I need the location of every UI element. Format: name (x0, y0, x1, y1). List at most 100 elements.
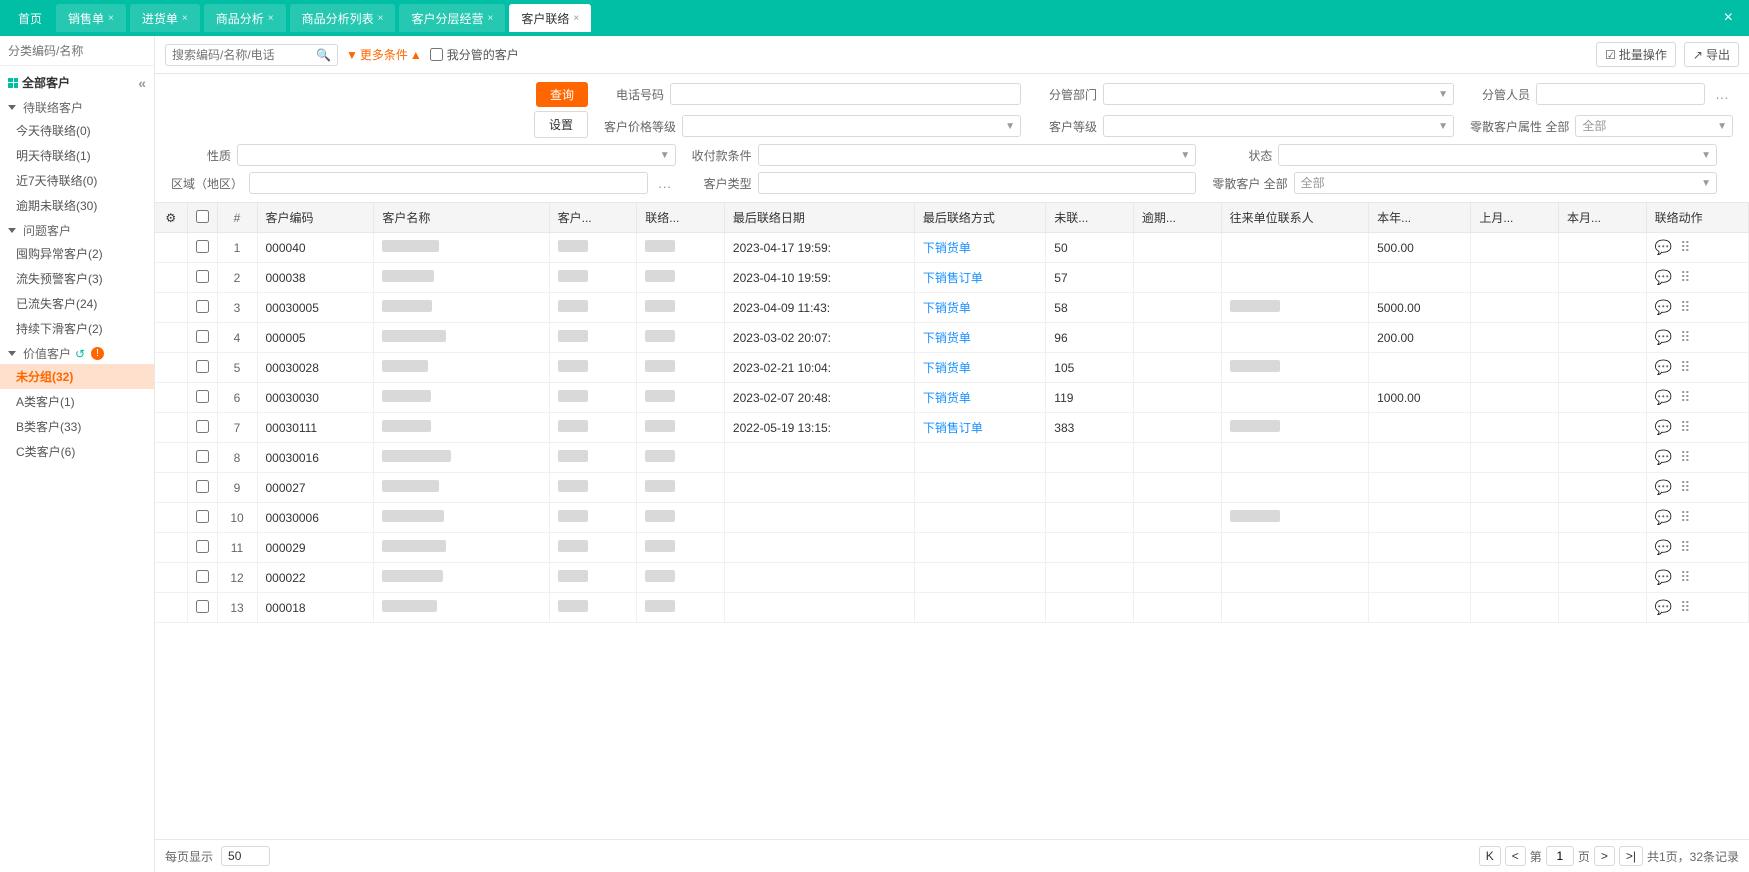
row-check[interactable] (187, 533, 217, 563)
sidebar-item-class-c[interactable]: C类客户(6) (0, 439, 154, 464)
th-gear[interactable]: ⚙ (155, 203, 187, 233)
sidebar-item-tomorrow-pending[interactable]: 明天待联络(1) (0, 143, 154, 168)
my-customers-checkbox[interactable] (430, 48, 443, 61)
sidebar-item-unclassified[interactable]: 未分组(32) (0, 364, 154, 389)
close-product-analysis-tab[interactable]: × (268, 13, 274, 24)
row-checkbox[interactable] (196, 390, 209, 403)
qr-icon[interactable]: ⠿ (1680, 509, 1690, 526)
refresh-icon[interactable]: ↺ (75, 347, 85, 361)
dept-select[interactable] (1103, 83, 1454, 105)
row-last-contact-way[interactable] (914, 533, 1045, 563)
row-last-contact-way[interactable] (914, 473, 1045, 503)
row-last-contact-way[interactable] (914, 503, 1045, 533)
th-last-contact-date[interactable]: 最后联络日期 (724, 203, 914, 233)
message-icon[interactable]: 💬 (1655, 419, 1672, 436)
message-icon[interactable]: 💬 (1655, 449, 1672, 466)
row-last-contact-way[interactable]: 下销货单 (914, 323, 1045, 353)
row-checkbox[interactable] (196, 570, 209, 583)
close-product-analysis-list-tab[interactable]: × (378, 13, 384, 24)
th-last-month[interactable]: 上月... (1471, 203, 1559, 233)
message-icon[interactable]: 💬 (1655, 539, 1672, 556)
th-unit-contact[interactable]: 往来单位联系人 (1221, 203, 1369, 233)
row-last-contact-way[interactable]: 下销货单 (914, 383, 1045, 413)
row-last-contact-way[interactable]: 下销货单 (914, 293, 1045, 323)
message-icon[interactable]: 💬 (1655, 569, 1672, 586)
row-checkbox[interactable] (196, 330, 209, 343)
th-last-contact-way[interactable]: 最后联络方式 (914, 203, 1045, 233)
sidebar-item-week-pending[interactable]: 近7天待联络(0) (0, 168, 154, 193)
th-customer-code[interactable]: 客户编码 (257, 203, 374, 233)
contact-way-link[interactable]: 下销货单 (923, 391, 971, 405)
region-dots-button[interactable]: … (654, 175, 676, 191)
qr-icon[interactable]: ⠿ (1680, 359, 1690, 376)
qr-icon[interactable]: ⠿ (1680, 389, 1690, 406)
manager-input[interactable] (1536, 83, 1705, 105)
payment-select[interactable] (758, 144, 1197, 166)
sidebar-collapse-icon[interactable]: « (138, 75, 146, 91)
row-check[interactable] (187, 293, 217, 323)
message-icon[interactable]: 💬 (1655, 509, 1672, 526)
close-customer-contact-tab[interactable]: × (573, 13, 579, 24)
status-select[interactable] (1278, 144, 1717, 166)
phone-input[interactable] (670, 83, 1021, 105)
message-icon[interactable]: 💬 (1655, 479, 1672, 496)
row-check[interactable] (187, 263, 217, 293)
tab-product-analysis-list[interactable]: 商品分析列表 × (290, 4, 396, 32)
row-check[interactable] (187, 233, 217, 263)
contact-way-link[interactable]: 下销货单 (923, 361, 971, 375)
nature-select[interactable] (237, 144, 676, 166)
sidebar-group-problem[interactable]: 问题客户 (0, 218, 154, 241)
next-page-button[interactable]: > (1594, 846, 1615, 866)
row-checkbox[interactable] (196, 480, 209, 493)
row-check[interactable] (187, 443, 217, 473)
qr-icon[interactable]: ⠿ (1680, 479, 1690, 496)
contact-way-link[interactable]: 下销售订单 (923, 271, 983, 285)
sidebar-group-value[interactable]: 价值客户 ↺ ! (0, 341, 154, 364)
page-size-select[interactable]: 20 50 100 (221, 846, 270, 866)
contact-way-link[interactable]: 下销货单 (923, 301, 971, 315)
reset-button[interactable]: 设置 (534, 111, 588, 138)
sidebar-item-class-a[interactable]: A类客户(1) (0, 389, 154, 414)
qr-icon[interactable]: ⠿ (1680, 419, 1690, 436)
batch-operation-button[interactable]: ☑ 批量操作 (1596, 42, 1676, 67)
manager-dots-button[interactable]: … (1711, 86, 1733, 102)
close-purchase-order-tab[interactable]: × (182, 13, 188, 24)
row-checkbox[interactable] (196, 600, 209, 613)
th-customer-name[interactable]: 客户名称 (374, 203, 549, 233)
home-tab[interactable]: 首页 (8, 4, 52, 32)
message-icon[interactable]: 💬 (1655, 269, 1672, 286)
row-checkbox[interactable] (196, 540, 209, 553)
row-checkbox[interactable] (196, 300, 209, 313)
contact-way-link[interactable]: 下销售订单 (923, 421, 983, 435)
sidebar-group-pending[interactable]: 待联络客户 (0, 95, 154, 118)
customer-level-select[interactable] (1103, 115, 1454, 137)
prev-page-button[interactable]: < (1505, 846, 1526, 866)
row-checkbox[interactable] (196, 420, 209, 433)
more-conditions-button[interactable]: ▼ 更多条件 ▲ (346, 46, 422, 63)
message-icon[interactable]: 💬 (1655, 239, 1672, 256)
th-this-year[interactable]: 本年... (1369, 203, 1471, 233)
row-check[interactable] (187, 383, 217, 413)
contact-way-link[interactable]: 下销货单 (923, 331, 971, 345)
sidebar-item-churned[interactable]: 已流失客户(24) (0, 291, 154, 316)
message-icon[interactable]: 💬 (1655, 599, 1672, 616)
qr-icon[interactable]: ⠿ (1680, 599, 1690, 616)
export-button[interactable]: ↗ 导出 (1684, 42, 1739, 67)
row-check[interactable] (187, 503, 217, 533)
row-check[interactable] (187, 413, 217, 443)
close-all-button[interactable]: × (1716, 9, 1741, 27)
sidebar-search-input[interactable] (8, 44, 155, 58)
row-checkbox[interactable] (196, 270, 209, 283)
message-icon[interactable]: 💬 (1655, 329, 1672, 346)
row-last-contact-way[interactable] (914, 563, 1045, 593)
sidebar-item-class-b[interactable]: B类客户(33) (0, 414, 154, 439)
message-icon[interactable]: 💬 (1655, 359, 1672, 376)
sidebar-item-abnormal[interactable]: 囤购异常客户(2) (0, 241, 154, 266)
qr-icon[interactable]: ⠿ (1680, 569, 1690, 586)
row-check[interactable] (187, 323, 217, 353)
message-icon[interactable]: 💬 (1655, 299, 1672, 316)
sidebar-item-churn-warning[interactable]: 流失预警客户(3) (0, 266, 154, 291)
row-check[interactable] (187, 593, 217, 623)
row-checkbox[interactable] (196, 510, 209, 523)
tab-product-analysis[interactable]: 商品分析 × (204, 4, 286, 32)
